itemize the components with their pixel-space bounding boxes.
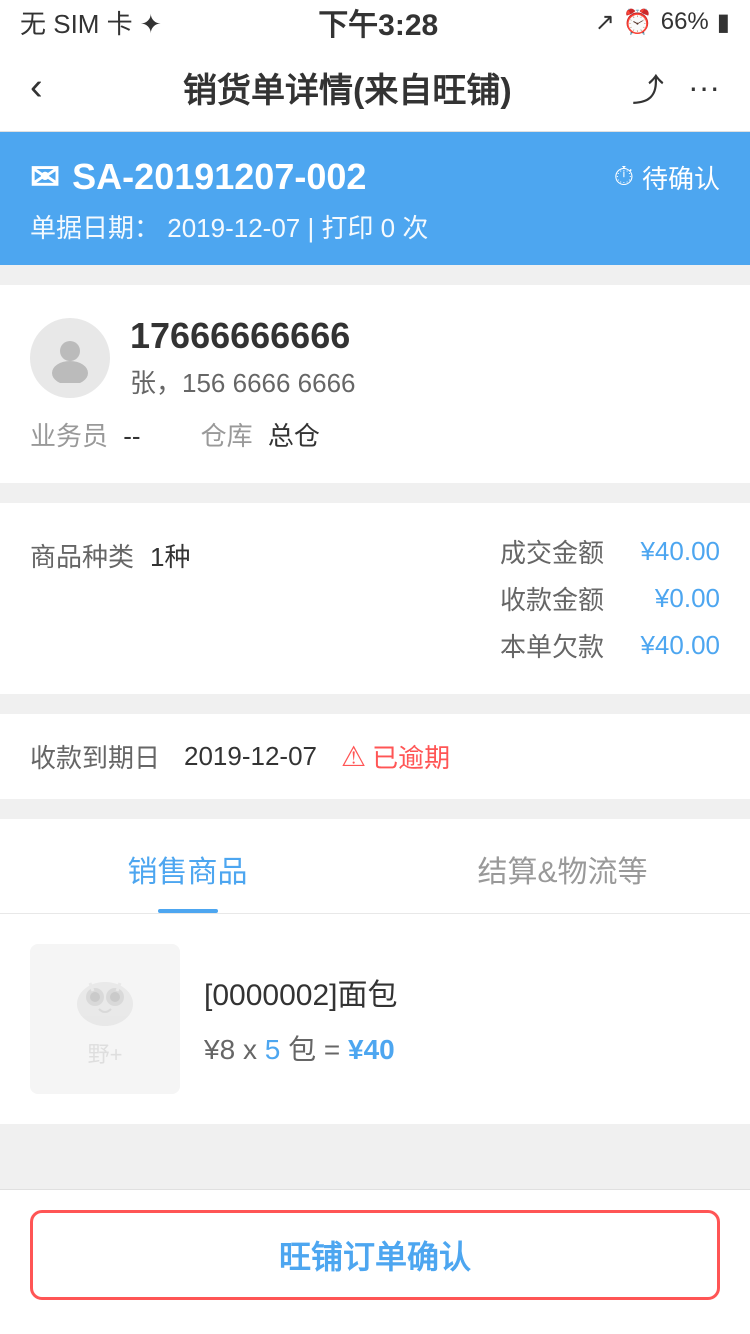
status-time: 下午3:28 [318,0,438,44]
quantity: 5 [265,1034,281,1065]
product-name: [0000002]面包 [204,970,720,1014]
status-text: 待确认 [642,159,720,196]
warehouse-value: 总仓 [268,421,320,451]
order-header: ✉ SA-20191207-002 ⏱ 待确认 单据日期： 2019-12-07… [0,132,750,265]
debt-amount-row: 本单欠款 ¥40.00 [500,627,720,664]
warehouse-label: 仓库 [201,421,253,451]
unit: 包 [288,1034,316,1065]
status-bar: 无 SIM 卡 ✦ 下午3:28 ↗ ⏰ 66% ▮ [0,0,750,44]
share-icon[interactable]: ⤴ [632,65,664,111]
warehouse-info: 仓库 总仓 [201,416,320,453]
more-icon[interactable]: ··· [688,69,720,106]
order-id-text: SA-20191207-002 [72,156,366,198]
deal-amount-value: ¥40.00 [620,536,720,567]
product-type-label: 商品种类 [30,537,134,574]
order-status: ⏱ 待确认 [614,159,720,196]
tabs-row: 销售商品 结算&物流等 [0,819,750,914]
sales-info: 业务员 -- [30,416,141,453]
customer-section: 17666666666 张，156 6666 6666 业务员 -- 仓库 总仓 [0,285,750,483]
total-price: ¥40 [348,1034,395,1065]
product-info: [0000002]面包 ¥8 x 5 包 = ¥40 [204,970,720,1068]
print-info: | 打印 0 次 [307,213,428,243]
product-price-row: ¥8 x 5 包 = ¥40 [204,1028,720,1068]
tab-settlement-label: 结算&物流等 [477,856,647,889]
unit-price: ¥8 [204,1034,235,1065]
received-amount-value: ¥0.00 [620,583,720,614]
due-label: 收款到期日 [30,738,160,775]
debt-amount-value: ¥40.00 [620,630,720,661]
tab-sales-goods[interactable]: 销售商品 [0,819,375,913]
customer-name: 张，156 6666 6666 [130,363,720,400]
customer-phone: 17666666666 [130,315,720,357]
product-list: 野+ [0000002]面包 ¥8 x 5 包 = ¥40 [0,914,750,1124]
order-email-icon: ✉ [30,156,60,198]
deal-amount-label: 成交金额 [500,533,604,570]
nav-actions: ⤴ ··· [632,65,720,111]
product-item: 野+ [0000002]面包 ¥8 x 5 包 = ¥40 [30,944,720,1094]
status-left: 无 SIM 卡 ✦ [20,4,162,41]
alarm-icon: ⏰ [623,8,653,37]
overdue-text: 已逾期 [372,738,450,775]
product-type: 商品种类 1种 [30,533,500,574]
debt-amount-label: 本单欠款 [500,627,604,664]
amounts-list: 成交金额 ¥40.00 收款金额 ¥0.00 本单欠款 ¥40.00 [500,533,720,664]
customer-info: 17666666666 张，156 6666 6666 [130,315,720,400]
order-id: ✉ SA-20191207-002 [30,156,366,198]
product-thumbnail: 野+ [30,944,180,1094]
sales-label: 业务员 [30,421,108,451]
order-id-row: ✉ SA-20191207-002 ⏱ 待确认 [30,156,720,198]
tab-sales-goods-label: 销售商品 [128,856,248,889]
date-label: 单据日期： [30,213,160,243]
deal-amount-row: 成交金额 ¥40.00 [500,533,720,570]
multiply-sign: x [243,1034,265,1065]
summary-section: 商品种类 1种 成交金额 ¥40.00 收款金额 ¥0.00 本单欠款 ¥40.… [0,503,750,694]
sales-value: -- [123,421,140,451]
sim-status: 无 SIM 卡 ✦ [20,4,162,41]
order-date: 2019-12-07 [167,213,300,243]
product-code: [0000002] [204,979,337,1012]
customer-meta: 业务员 -- 仓库 总仓 [30,416,720,453]
status-right: ↗ ⏰ 66% ▮ [595,8,730,37]
overdue-badge: ⚠ 已逾期 [341,738,450,775]
battery-icon: ▮ [717,8,730,37]
avatar [30,318,110,398]
customer-row: 17666666666 张，156 6666 6666 [30,315,720,400]
location-icon: ↗ [595,8,615,37]
tabs-section: 销售商品 结算&物流等 野+ [0,819,750,1124]
received-amount-row: 收款金额 ¥0.00 [500,580,720,617]
bottom-bar: 旺铺订单确认 [0,1189,750,1334]
due-date: 2019-12-07 [184,741,317,772]
back-button[interactable]: ‹ [30,66,43,109]
product-type-value: 1种 [150,537,190,574]
product-title: 面包 [337,979,397,1012]
overdue-icon: ⚠ [341,740,366,773]
summary-row: 商品种类 1种 成交金额 ¥40.00 收款金额 ¥0.00 本单欠款 ¥40.… [30,533,720,664]
equals-sign: = [324,1034,348,1065]
thumb-placeholder: 野+ [65,969,145,1069]
page-title: 销货单详情(来自旺铺) [63,63,632,112]
clock-icon: ⏱ [614,161,634,193]
tab-settlement[interactable]: 结算&物流等 [375,819,750,913]
due-section: 收款到期日 2019-12-07 ⚠ 已逾期 [0,714,750,799]
order-date-row: 单据日期： 2019-12-07 | 打印 0 次 [30,208,720,245]
battery-level: 66% [661,8,709,36]
nav-bar: ‹ 销货单详情(来自旺铺) ⤴ ··· [0,44,750,132]
received-amount-label: 收款金额 [500,580,604,617]
confirm-order-button[interactable]: 旺铺订单确认 [30,1210,720,1300]
